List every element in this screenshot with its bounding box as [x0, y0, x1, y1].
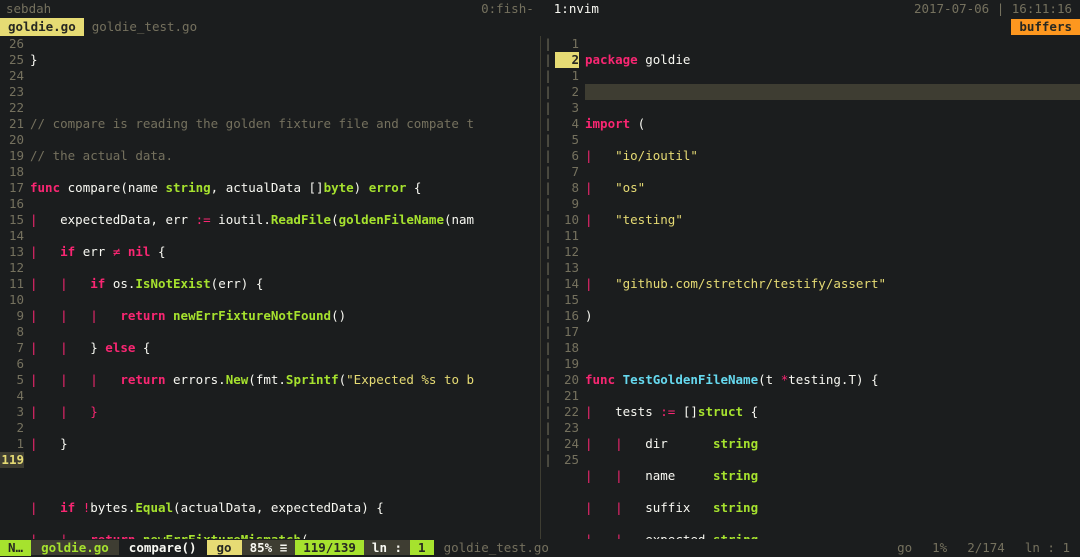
status-percent: 85% ≡	[242, 540, 296, 555]
fold-column-right: |||||||||||||||||||||||||||	[541, 36, 555, 539]
gutter-right: 1212345678910111213141516171819202122232…	[555, 36, 585, 539]
tab-goldie-test-go[interactable]: goldie_test.go	[84, 18, 205, 36]
gutter-left: 2625242322212019181716151413121110987654…	[0, 36, 30, 539]
editor-panes: 2625242322212019181716151413121110987654…	[0, 36, 1080, 539]
status-col-label: ln :	[364, 540, 410, 555]
tmux-window-1[interactable]: 1:nvim	[554, 1, 599, 17]
status-col: 1	[410, 540, 434, 555]
vim-tabline: goldie.go goldie_test.go buffers	[0, 18, 1080, 36]
tmux-session-name: sebdah	[0, 1, 57, 17]
tmux-window-0[interactable]: 0:fish-	[481, 1, 534, 17]
statusline: N…goldie.gocompare()go85% ≡119/139ln :1 …	[0, 539, 1080, 557]
tab-goldie-go[interactable]: goldie.go	[0, 18, 84, 36]
buffers-label[interactable]: buffers	[1011, 19, 1080, 35]
statusline-inactive: goldie_test.go go 1% 2/174 ln : 1	[434, 540, 1080, 556]
pane-left[interactable]: 2625242322212019181716151413121110987654…	[0, 36, 540, 539]
status-inactive-file: goldie_test.go	[434, 540, 559, 556]
status-filetype: go	[207, 540, 242, 555]
status-inactive-pct: 1%	[922, 540, 957, 556]
status-mode: N…	[0, 540, 31, 556]
status-inactive-pos: 2/174	[957, 540, 1015, 556]
status-inactive-ft: go	[887, 540, 922, 556]
pane-right[interactable]: ||||||||||||||||||||||||||| 121234567891…	[541, 36, 1080, 539]
status-filename: goldie.go	[31, 540, 119, 555]
status-function: compare()	[119, 540, 207, 555]
code-right[interactable]: package goldie import ( | "io/ioutil" | …	[585, 36, 1080, 539]
tmux-status-bar: sebdah 0:fish- 1:nvim 2017-07-06 | 16:11…	[0, 0, 1080, 18]
status-position: 119/139	[295, 540, 364, 555]
code-left[interactable]: } // compare is reading the golden fixtu…	[30, 36, 540, 539]
status-inactive-col: ln : 1	[1015, 540, 1080, 556]
tmux-datetime: 2017-07-06 | 16:11:16	[914, 1, 1080, 17]
